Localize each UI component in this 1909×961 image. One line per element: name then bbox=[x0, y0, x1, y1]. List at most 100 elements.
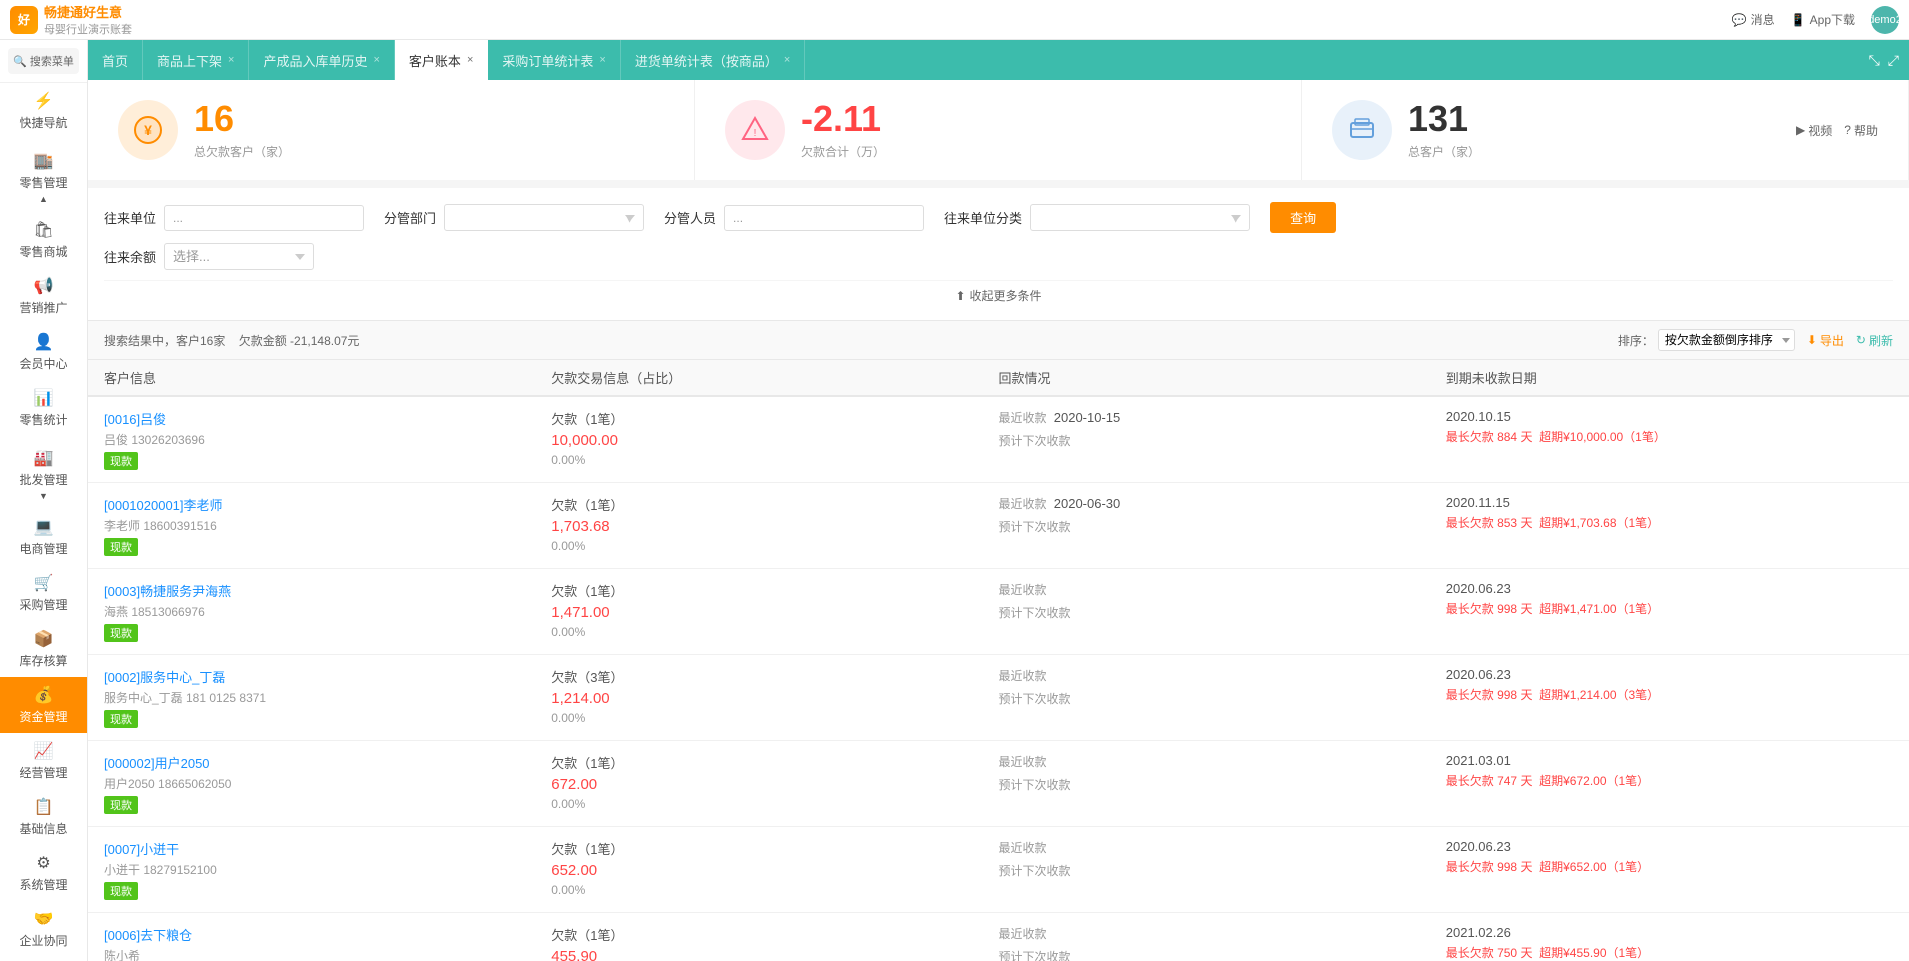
customer-name-1[interactable]: [0001020001]李老师 bbox=[104, 495, 551, 514]
recovery-label-0: 最近收款 2020-10-15 bbox=[999, 409, 1446, 426]
maximize-button[interactable]: ⤢ bbox=[1888, 52, 1899, 69]
recovery-date-1: 2020-06-30 bbox=[1054, 496, 1121, 511]
overdue-days-3: 最长欠款 998 天 bbox=[1446, 688, 1533, 702]
debt-amount-3[interactable]: 1,214.00 bbox=[551, 690, 998, 707]
overdue-link-2[interactable]: 超期¥1,471.00（1笔） bbox=[1539, 602, 1659, 616]
tab-products-shelf-close[interactable]: × bbox=[228, 54, 234, 66]
view-label: 视频 bbox=[1808, 122, 1832, 139]
tab-incoming-stats[interactable]: 进货单统计表（按商品） × bbox=[621, 40, 805, 80]
sidebar-item-marketing[interactable]: 📢 营销推广 bbox=[0, 268, 87, 324]
collapse-button[interactable]: ⬆ 收起更多条件 bbox=[104, 280, 1893, 310]
sort-select[interactable]: 按欠款金额倒序排序 bbox=[1658, 329, 1795, 351]
sidebar-item-member[interactable]: 👤 会员中心 bbox=[0, 324, 87, 380]
customer-name-5[interactable]: [0007]小迸干 bbox=[104, 839, 551, 858]
phone-icon: 📱 bbox=[1791, 13, 1806, 27]
debt-amount-6[interactable]: 455.90 bbox=[551, 948, 998, 961]
system-icon: ⚙ bbox=[36, 853, 50, 873]
view-video-button[interactable]: ▶ 视频 bbox=[1796, 122, 1832, 139]
debt-amount-0[interactable]: 10,000.00 bbox=[551, 432, 998, 449]
filter-row-2: 往来余额 选择... bbox=[104, 243, 1893, 270]
overdue-link-1[interactable]: 超期¥1,703.68（1笔） bbox=[1539, 516, 1659, 530]
results-actions: 排序： 按欠款金额倒序排序 ⬇ 导出 ↻ 刷新 bbox=[1618, 329, 1893, 351]
sidebar-item-finance[interactable]: 💰 资金管理 bbox=[0, 677, 87, 733]
filter-manager: 分管人员 ... bbox=[664, 205, 924, 231]
sidebar-item-basic[interactable]: 📋 基础信息 bbox=[0, 789, 87, 845]
help-button[interactable]: ? 帮助 bbox=[1844, 122, 1878, 139]
tab-customer-account[interactable]: 客户账本 × bbox=[395, 40, 488, 80]
stats-row: ¥ 16 总欠款客户（家） ! bbox=[88, 80, 1909, 180]
debt-amount-4[interactable]: 672.00 bbox=[551, 776, 998, 793]
ecommerce-icon: 💻 bbox=[34, 517, 54, 537]
from-unit-input[interactable]: ... bbox=[164, 205, 364, 231]
due-date-1: 2020.11.15 bbox=[1446, 495, 1893, 510]
date-info-2: 2020.06.23 最长欠款 998 天 超期¥1,471.00（1笔） bbox=[1446, 581, 1893, 617]
overdue-link-3[interactable]: 超期¥1,214.00（3笔） bbox=[1539, 688, 1659, 702]
table-row: [000002]用户2050 用户2050 18665062050 现款 欠款（… bbox=[88, 741, 1909, 827]
customer-tag-0: 现款 bbox=[104, 452, 138, 470]
tab-products-shelf[interactable]: 商品上下架 × bbox=[143, 40, 249, 80]
stat-icon-customers bbox=[1332, 100, 1392, 160]
overdue-link-5[interactable]: 超期¥652.00（1笔） bbox=[1539, 860, 1649, 874]
overdue-days-6: 最长欠款 750 天 bbox=[1446, 946, 1533, 960]
tab-incoming-stats-close[interactable]: × bbox=[784, 54, 790, 66]
customer-name-3[interactable]: [0002]服务中心_丁磊 bbox=[104, 667, 551, 686]
customer-name-2[interactable]: [0003]畅捷服务尹海燕 bbox=[104, 581, 551, 600]
retail-shop-label: 零售商城 bbox=[19, 243, 67, 260]
stat-card-debt-total: ! -2.11 欠款合计（万） bbox=[695, 80, 1302, 180]
sidebar-item-operations[interactable]: 📈 经营管理 bbox=[0, 733, 87, 789]
manager-input[interactable]: ... bbox=[724, 205, 924, 231]
recovery-label-text-4: 最近收款 bbox=[999, 755, 1047, 769]
overdue-link-0[interactable]: 超期¥10,000.00（1笔） bbox=[1539, 430, 1666, 444]
overdue-link-4[interactable]: 超期¥672.00（1笔） bbox=[1539, 774, 1649, 788]
avatar[interactable]: demo2 bbox=[1871, 6, 1899, 34]
tabs-bar: 首页 商品上下架 × 产成品入库单历史 × 客户账本 × 采购订单统计表 × bbox=[88, 40, 1909, 80]
recovery-label-text-3: 最近收款 bbox=[999, 669, 1047, 683]
recovery-next-4: 预计下次收款 bbox=[999, 776, 1446, 793]
sidebar-item-batch-mgmt[interactable]: 🏭 批发管理 ▼ bbox=[0, 440, 87, 509]
sidebar-item-retail-shop[interactable]: 🛍 零售商城 bbox=[0, 212, 87, 268]
balance-select[interactable]: 选择... bbox=[164, 243, 314, 270]
sidebar-item-enterprise[interactable]: 🤝 企业协同 bbox=[0, 901, 87, 957]
customer-name-4[interactable]: [000002]用户2050 bbox=[104, 753, 551, 772]
export-button[interactable]: ⬇ 导出 bbox=[1807, 332, 1844, 349]
unit-category-select[interactable] bbox=[1030, 204, 1250, 231]
search-button[interactable]: 查询 bbox=[1270, 202, 1336, 233]
debt-amount-1[interactable]: 1,703.68 bbox=[551, 518, 998, 535]
sidebar-item-retail-stats[interactable]: 📊 零售统计 bbox=[0, 380, 87, 436]
tab-customer-account-close[interactable]: × bbox=[467, 54, 473, 66]
content-area: 首页 商品上下架 × 产成品入库单历史 × 客户账本 × 采购订单统计表 × bbox=[88, 40, 1909, 961]
debt-amount-5[interactable]: 652.00 bbox=[551, 862, 998, 879]
sidebar-item-ecommerce[interactable]: 💻 电商管理 bbox=[0, 509, 87, 565]
message-button[interactable]: 💬 消息 bbox=[1732, 11, 1775, 28]
minimize-button[interactable]: ⤡ bbox=[1869, 52, 1880, 69]
search-menu-button[interactable]: 🔍 搜索菜单 bbox=[8, 48, 79, 74]
debt-info-5: 欠款（1笔） 652.00 0.00% bbox=[551, 839, 998, 897]
refresh-button[interactable]: ↻ 刷新 bbox=[1856, 332, 1893, 349]
tab-purchase-summary-close[interactable]: × bbox=[599, 54, 605, 66]
sidebar-item-system[interactable]: ⚙ 系统管理 bbox=[0, 845, 87, 901]
inventory-icon: 📦 bbox=[34, 629, 54, 649]
dept-select[interactable] bbox=[444, 204, 644, 231]
overdue-link-6[interactable]: 超期¥455.90（1笔） bbox=[1539, 946, 1649, 960]
sidebar-item-guide[interactable]: 🎯 新手引导 bbox=[0, 957, 87, 961]
stat-icon-debt: ¥ bbox=[118, 100, 178, 160]
debt-amount-2[interactable]: 1,471.00 bbox=[551, 604, 998, 621]
tab-home[interactable]: 首页 bbox=[88, 40, 143, 80]
customer-name-0[interactable]: [0016]吕俊 bbox=[104, 409, 551, 428]
tab-product-history-close[interactable]: × bbox=[373, 54, 379, 66]
tab-product-history[interactable]: 产成品入库单历史 × bbox=[249, 40, 394, 80]
debt-info-0: 欠款（1笔） 10,000.00 0.00% bbox=[551, 409, 998, 467]
tab-purchase-summary[interactable]: 采购订单统计表 × bbox=[488, 40, 620, 80]
logo-icon: 好 bbox=[10, 6, 38, 34]
app-download-button[interactable]: 📱 App下载 bbox=[1791, 11, 1855, 28]
basic-label: 基础信息 bbox=[19, 820, 67, 837]
sidebar-item-quick-nav[interactable]: ⚡ 快捷导航 bbox=[0, 83, 87, 139]
overdue-days-5: 最长欠款 998 天 bbox=[1446, 860, 1533, 874]
overdue-info-3: 最长欠款 998 天 超期¥1,214.00（3笔） bbox=[1446, 686, 1893, 703]
customer-name-6[interactable]: [0006]去下粮仓 bbox=[104, 925, 551, 944]
overdue-info-6: 最长欠款 750 天 超期¥455.90（1笔） bbox=[1446, 944, 1893, 961]
sidebar-item-inventory[interactable]: 📦 库存核算 bbox=[0, 621, 87, 677]
sidebar-item-retail-mgmt[interactable]: 🏬 零售管理 ▲ bbox=[0, 143, 87, 212]
stat-card-debt-customers: ¥ 16 总欠款客户（家） bbox=[88, 80, 695, 180]
sidebar-item-purchase[interactable]: 🛒 采购管理 bbox=[0, 565, 87, 621]
